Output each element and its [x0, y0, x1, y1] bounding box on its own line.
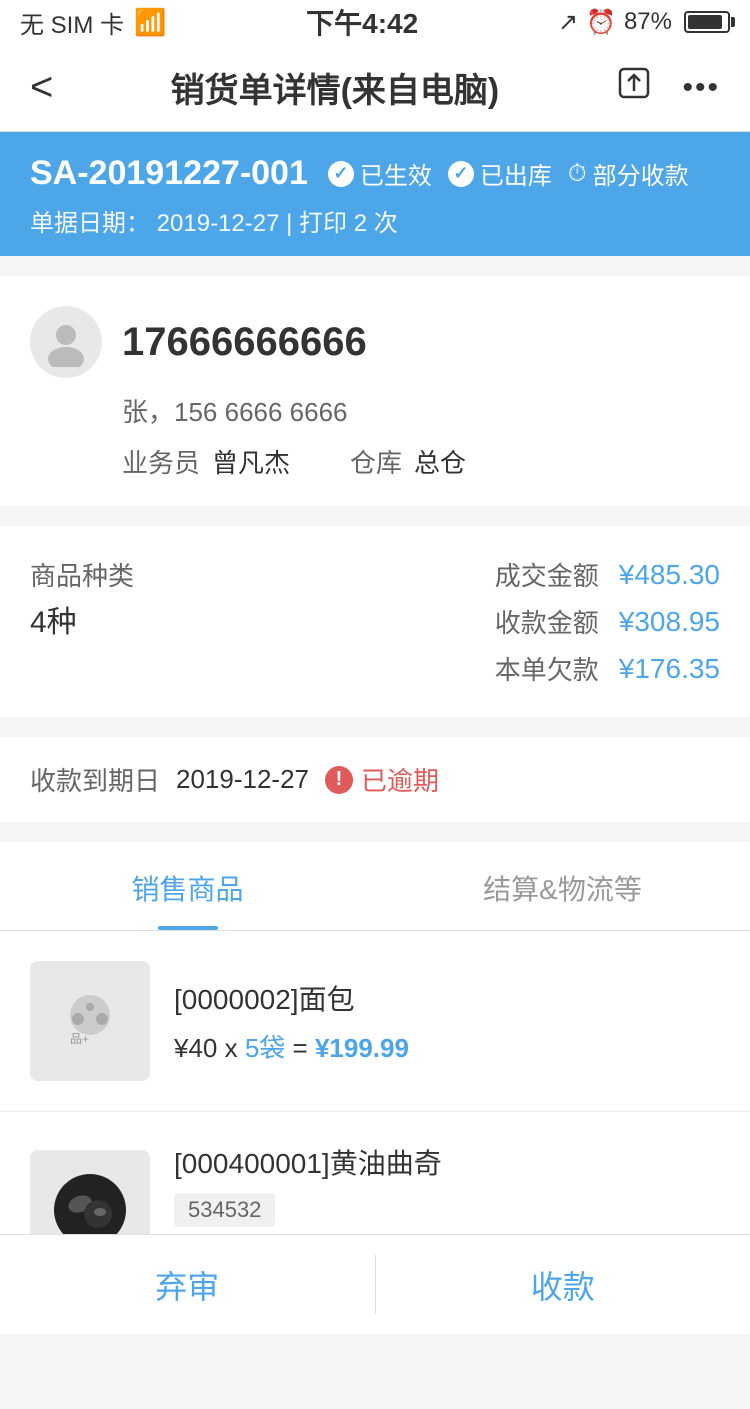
tab-sales-products[interactable]: 销售商品: [0, 842, 375, 930]
order-number: SA-20191227-001: [30, 154, 308, 193]
share-button[interactable]: [616, 65, 652, 110]
status-bar: 无 SIM 卡 📶 下午4:42 ↗ ⏰ 87%: [0, 0, 750, 44]
overdue-icon: !: [325, 766, 353, 794]
sales-info: 业务员 曾凡杰: [122, 443, 290, 480]
tab-settlement[interactable]: 结算&物流等: [375, 842, 750, 930]
warehouse-label: 仓库: [350, 443, 402, 480]
cancel-audit-label: 弃审: [155, 1262, 219, 1308]
due-date-section: 收款到期日 2019-12-27 ! 已逾期: [0, 737, 750, 822]
check-icon-2: ✓: [448, 161, 474, 187]
nav-right-actions: •••: [616, 65, 720, 110]
meta-date-value: 2019-12-27: [157, 210, 280, 237]
due-date-value: 2019-12-27: [176, 764, 309, 795]
stats-left: 商品种类 4种: [30, 556, 134, 641]
collect-payment-button[interactable]: 收款: [376, 1235, 750, 1334]
deal-label: 成交金额: [495, 556, 599, 593]
meta-print-suffix: 次: [374, 210, 398, 237]
product-tag-2: 534532: [174, 1193, 275, 1227]
qty-1: 5袋: [245, 1033, 285, 1063]
carrier-label: 无 SIM 卡: [20, 5, 124, 40]
order-badges: ✓ 已生效 ✓ 已出库 ⏱ 部分收款: [328, 156, 689, 191]
debt-label: 本单欠款: [495, 650, 599, 687]
tab-settlement-label: 结算&物流等: [483, 874, 642, 905]
equals-1: =: [285, 1033, 315, 1063]
price-base-1: ¥40 x: [174, 1033, 245, 1063]
status-left: 无 SIM 卡 📶: [20, 5, 166, 40]
status-right: ↗ ⏰ 87%: [558, 8, 730, 37]
time-label: 下午4:42: [306, 2, 418, 42]
alarm-icon: ⏰: [586, 8, 616, 37]
nav-bar: < 销货单详情(来自电脑) •••: [0, 44, 750, 132]
overdue-badge: ! 已逾期: [325, 761, 439, 798]
svg-text:品+: 品+: [70, 1032, 89, 1046]
product-price-1: ¥40 x 5袋 = ¥199.99: [174, 1028, 720, 1065]
badge-partial: ⏱ 部分收款: [568, 156, 689, 191]
received-value: ¥308.95: [619, 606, 720, 638]
sales-name: 曾凡杰: [212, 443, 290, 480]
received-label: 收款金额: [495, 603, 599, 640]
product-name-1: [0000002]面包: [174, 978, 720, 1018]
debt-amount-row: 本单欠款 ¥176.35: [495, 650, 720, 687]
product-image-1: 品+: [30, 961, 150, 1081]
type-label: 商品种类: [30, 556, 134, 593]
product-info-1: [0000002]面包 ¥40 x 5袋 = ¥199.99: [174, 978, 720, 1065]
customer-id: 17666666666: [122, 320, 367, 365]
warehouse-name: 总仓: [414, 443, 466, 480]
deal-value: ¥485.30: [619, 559, 720, 591]
list-item: 品+ [0000002]面包 ¥40 x 5袋 = ¥199.99: [0, 931, 750, 1112]
meta-print-count: 2: [354, 210, 367, 237]
order-header-banner: SA-20191227-001 ✓ 已生效 ✓ 已出库 ⏱ 部分收款 单据日期：…: [0, 132, 750, 256]
customer-contact: 张，156 6666 6666: [30, 392, 720, 429]
warehouse-info: 仓库 总仓: [350, 443, 466, 480]
check-icon-1: ✓: [328, 161, 354, 187]
clock-icon: ⏱: [568, 160, 587, 188]
badge-shipped-label: 已出库: [480, 156, 552, 191]
due-label: 收款到期日: [30, 761, 160, 798]
sales-label: 业务员: [122, 443, 200, 480]
customer-section: 17666666666 张，156 6666 6666 业务员 曾凡杰 仓库 总…: [0, 276, 750, 506]
meta-date-label: 单据日期：: [30, 210, 150, 237]
product-name-2: [000400001]黄油曲奇: [174, 1142, 720, 1182]
battery-label: 87%: [624, 8, 672, 36]
debt-value: ¥176.35: [619, 653, 720, 685]
tab-sales-label: 销售商品: [131, 874, 243, 905]
back-button[interactable]: <: [30, 65, 53, 110]
collect-payment-label: 收款: [531, 1262, 595, 1308]
bottom-action-bar: 弃审 收款: [0, 1234, 750, 1334]
overdue-label: 已逾期: [361, 761, 439, 798]
wifi-icon: 📶: [134, 7, 166, 38]
badge-shipped: ✓ 已出库: [448, 156, 552, 191]
location-icon: ↗: [558, 8, 578, 37]
total-1: ¥199.99: [315, 1033, 409, 1063]
received-amount-row: 收款金额 ¥308.95: [495, 603, 720, 640]
page-title: 销货单详情(来自电脑): [171, 63, 500, 112]
badge-partial-label: 部分收款: [593, 156, 689, 191]
customer-avatar: [30, 306, 102, 378]
type-count: 4种: [30, 597, 134, 641]
customer-meta: 业务员 曾凡杰 仓库 总仓: [30, 443, 720, 480]
battery-icon: [684, 11, 730, 33]
badge-effective: ✓ 已生效: [328, 156, 432, 191]
deal-amount-row: 成交金额 ¥485.30: [495, 556, 720, 593]
order-meta: 单据日期： 2019-12-27 | 打印 2 次: [30, 203, 720, 238]
stats-right: 成交金额 ¥485.30 收款金额 ¥308.95 本单欠款 ¥176.35: [495, 556, 720, 687]
stats-section: 商品种类 4种 成交金额 ¥485.30 收款金额 ¥308.95 本单欠款 ¥…: [0, 526, 750, 717]
badge-effective-label: 已生效: [360, 156, 432, 191]
cancel-audit-button[interactable]: 弃审: [0, 1235, 375, 1334]
meta-print-label: | 打印: [286, 210, 347, 237]
more-button[interactable]: •••: [682, 71, 720, 105]
tabs-header: 销售商品 结算&物流等: [0, 842, 750, 931]
